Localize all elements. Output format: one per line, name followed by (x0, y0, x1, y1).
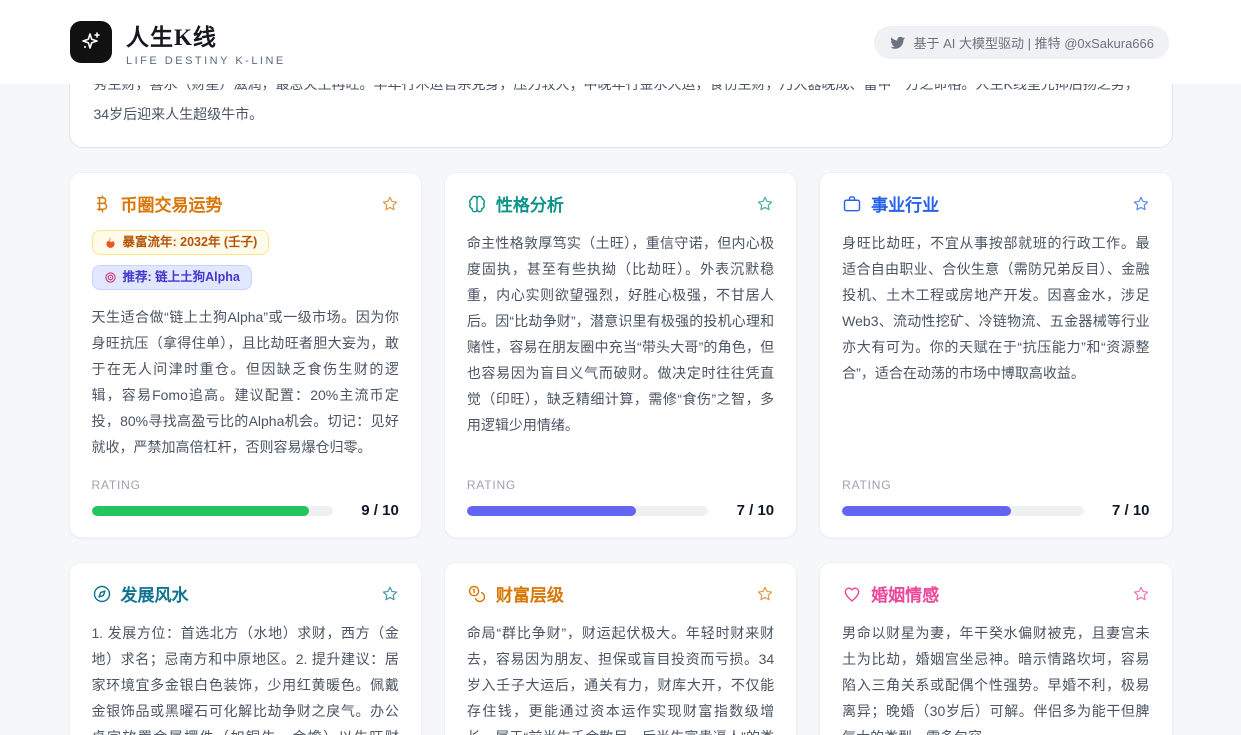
rating-label: RATING (92, 478, 399, 492)
card-crypto-trading: 币圈交易运势 暴富流年: 2032年 (壬子) (69, 172, 422, 538)
favorite-star-icon[interactable] (381, 195, 399, 213)
rating-bar-fill (92, 506, 309, 516)
card-body-text: 1. 发展方位：首选北方（水地）求财，西方（金地）求名；忌南方和中原地区。2. … (92, 620, 399, 735)
bitcoin-icon (92, 194, 112, 214)
rating-bar-fill (467, 506, 636, 516)
card-career: 事业行业 身旺比劫旺，不宜从事按部就班的行政工作。最适合自由职业、合伙生意（需防… (819, 172, 1172, 538)
favorite-star-icon[interactable] (1132, 195, 1150, 213)
app-logo (70, 21, 112, 63)
twitter-pill-label: 基于 AI 大模型驱动 | 推特 @0xSakura666 (913, 33, 1154, 52)
rating-bar-track (92, 506, 333, 516)
twitter-link-pill[interactable]: 基于 AI 大模型驱动 | 推特 @0xSakura666 (874, 26, 1169, 59)
favorite-star-icon[interactable] (756, 195, 774, 213)
app-header: 人生K线 LIFE DESTINY K-LINE 基于 AI 大模型驱动 | 推… (0, 0, 1241, 84)
page-title: 人生K线 (126, 18, 286, 52)
heart-icon (842, 584, 862, 604)
card-title: 币圈交易运势 (121, 191, 223, 216)
favorite-star-icon[interactable] (1132, 585, 1150, 603)
coins-icon (467, 584, 487, 604)
card-title: 婚姻情感 (871, 581, 939, 606)
card-body-text: 男命以财星为妻，年干癸水偏财被克，且妻宫未土为比劫，婚姻宫坐忌神。暗示情路坎坷，… (842, 620, 1149, 735)
wealth-year-badge: 暴富流年: 2032年 (壬子) (92, 230, 270, 255)
card-body-text: 身旺比劫旺，不宜从事按部就班的行政工作。最适合自由职业、合伙生意（需防兄弟反目）… (842, 230, 1149, 386)
briefcase-icon (842, 194, 862, 214)
card-wealth-level: 财富层级 命局“群比争财”，财运起伏极大。年轻时财来财去，容易因为朋友、担保或盲… (444, 562, 797, 735)
card-title: 财富层级 (496, 581, 564, 606)
favorite-star-icon[interactable] (756, 585, 774, 603)
summary-line-2: 34岁后迎来人生超级牛市。 (94, 99, 1148, 129)
card-fengshui: 发展风水 1. 发展方位：首选北方（水地）求财，西方（金地）求名；忌南方和中原地… (69, 562, 422, 735)
favorite-star-icon[interactable] (381, 585, 399, 603)
compass-icon (92, 584, 112, 604)
rating-score: 7 / 10 (720, 502, 774, 519)
analysis-grid: 币圈交易运势 暴富流年: 2032年 (壬子) (69, 172, 1173, 735)
card-body-text: 命局“群比争财”，财运起伏极大。年轻时财来财去，容易因为朋友、担保或盲目投资而亏… (467, 620, 774, 735)
brain-icon (467, 194, 487, 214)
sparkle-icon (79, 30, 103, 54)
twitter-icon (889, 34, 905, 50)
brand: 人生K线 LIFE DESTINY K-LINE (70, 18, 286, 67)
rating-label: RATING (467, 478, 774, 492)
page-subtitle: LIFE DESTINY K-LINE (126, 55, 286, 67)
rating-score: 7 / 10 (1096, 502, 1150, 519)
card-personality: 性格分析 命主性格敦厚笃实（土旺），重信守诺，但内心极度固执，甚至有些执拗（比劫… (444, 172, 797, 538)
flame-icon (104, 236, 117, 249)
wealth-year-badge-label: 暴富流年: 2032年 (壬子) (123, 236, 258, 249)
recommendation-badge: 推荐: 链上土狗Alpha (92, 265, 252, 290)
recommendation-badge-label: 推荐: 链上土狗Alpha (123, 271, 240, 284)
rating-score: 9 / 10 (345, 502, 399, 519)
card-body-text: 命主性格敦厚笃实（土旺），重信守诺，但内心极度固执，甚至有些执拗（比劫旺）。外表… (467, 230, 774, 438)
card-title: 性格分析 (496, 191, 564, 216)
card-body-text: 天生适合做“链上土狗Alpha”或一级市场。因为你身旺抗压（拿得住单），且比劫旺… (92, 304, 399, 460)
rating-bar-track (467, 506, 708, 516)
card-marriage: 婚姻情感 男命以财星为妻，年干癸水偏财被克，且妻宫未土为比劫，婚姻宫坐忌神。暗示… (819, 562, 1172, 735)
card-title: 发展风水 (121, 581, 189, 606)
rating-bar-fill (842, 506, 1011, 516)
dart-icon (104, 271, 117, 284)
rating-bar-track (842, 506, 1083, 516)
card-title: 事业行业 (871, 191, 939, 216)
rating-label: RATING (842, 478, 1149, 492)
